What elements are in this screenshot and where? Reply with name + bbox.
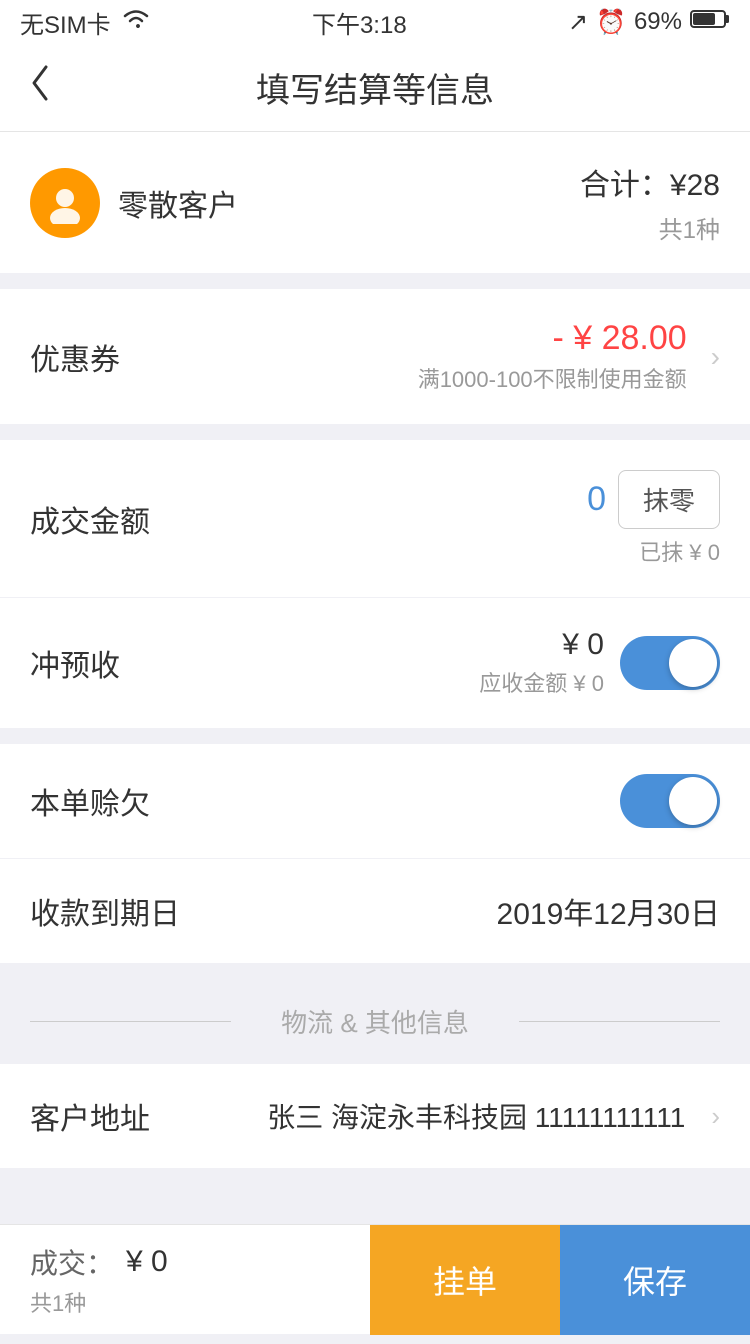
page-title: 填写结算等信息: [256, 63, 494, 112]
coupon-arrow: ›: [711, 341, 720, 373]
coupon-right: - ¥ 28.00 满1000-100不限制使用金额 ›: [418, 319, 720, 394]
coupon-desc: 满1000-100不限制使用金额: [418, 362, 687, 394]
coupon-section: 优惠券 - ¥ 28.00 满1000-100不限制使用金额 ›: [0, 289, 750, 424]
total-amount: 合计：¥28: [580, 160, 720, 204]
transaction-value[interactable]: 0: [546, 480, 606, 519]
bottom-deal: 成交： ¥ 0: [30, 1242, 340, 1282]
back-button[interactable]: [28, 63, 52, 112]
address-row[interactable]: 客户地址 张三 海淀永丰科技园 11111111111 ›: [0, 1064, 750, 1168]
divider-line-right: [519, 1021, 720, 1022]
credit-section: 本单赊欠 收款到期日 2019年12月30日: [0, 744, 750, 963]
wifi-icon: [121, 8, 151, 37]
due-date-row: 收款到期日 2019年12月30日: [0, 859, 750, 963]
credit-toggle[interactable]: [620, 774, 720, 828]
transaction-right: 0 抹零 已抹 ¥ 0: [546, 470, 720, 567]
logistics-label: 物流 & 其他信息: [281, 1003, 469, 1040]
status-time: 下午3:18: [312, 5, 407, 40]
customer-left: 零散客户: [30, 168, 238, 238]
coupon-label: 优惠券: [30, 335, 120, 379]
customer-name: 零散客户: [118, 181, 238, 225]
total-count: 共1种: [580, 210, 720, 245]
prepayment-amount: ¥ 0: [479, 628, 604, 662]
status-bar: 无SIM卡 下午3:18 ↗ ⏰ 69%: [0, 0, 750, 44]
location-icon: ↗: [568, 8, 588, 37]
battery-icon: [690, 8, 730, 37]
credit-label: 本单赊欠: [30, 779, 150, 823]
credit-right: [620, 774, 720, 828]
carrier-text: 无SIM卡: [20, 5, 111, 40]
transaction-label: 成交金额: [30, 497, 150, 541]
prepayment-label: 冲预收: [30, 641, 120, 685]
bottom-spacer: [0, 1184, 750, 1224]
address-label: 客户地址: [30, 1094, 150, 1138]
save-button[interactable]: 保存: [560, 1225, 750, 1335]
transaction-amount-row: 成交金额 0 抹零 已抹 ¥ 0: [0, 440, 750, 598]
address-section: 客户地址 张三 海淀永丰科技园 11111111111 ›: [0, 1064, 750, 1168]
bottom-bar: 成交： ¥ 0 共1种 挂单 保存: [0, 1224, 750, 1334]
customer-right: 合计：¥28 共1种: [580, 160, 720, 245]
bottom-deal-amount: ¥ 0: [126, 1245, 168, 1279]
battery-text: 69%: [634, 8, 682, 36]
status-left: 无SIM卡: [20, 5, 151, 40]
bottom-count: 共1种: [30, 1286, 340, 1318]
coupon-row[interactable]: 优惠券 - ¥ 28.00 满1000-100不限制使用金额 ›: [0, 289, 750, 424]
transaction-section: 成交金额 0 抹零 已抹 ¥ 0 冲预收 ¥ 0 应收金额 ¥ 0: [0, 440, 750, 728]
prepayment-toggle[interactable]: [620, 636, 720, 690]
prepayment-sub: 应收金额 ¥ 0: [479, 666, 604, 698]
coupon-discount: - ¥ 28.00: [418, 319, 687, 358]
avatar: [30, 168, 100, 238]
content: 零散客户 合计：¥28 共1种 优惠券 - ¥ 28.00 满1000-100不…: [0, 132, 750, 1344]
hold-button[interactable]: 挂单: [370, 1225, 560, 1335]
due-date-label: 收款到期日: [30, 889, 180, 933]
due-date-value: 2019年12月30日: [497, 889, 720, 933]
divider-line-left: [30, 1021, 231, 1022]
already-rounded-text: 已抹 ¥ 0: [546, 535, 720, 567]
status-right: ↗ ⏰ 69%: [568, 8, 730, 37]
round-zero-button[interactable]: 抹零: [618, 470, 720, 529]
logistics-divider: 物流 & 其他信息: [0, 979, 750, 1064]
bottom-info: 成交： ¥ 0 共1种: [0, 1242, 370, 1318]
nav-bar: 填写结算等信息: [0, 44, 750, 132]
credit-row: 本单赊欠: [0, 744, 750, 859]
customer-section: 零散客户 合计：¥28 共1种: [0, 132, 750, 273]
prepayment-right: ¥ 0 应收金额 ¥ 0: [479, 628, 720, 698]
alarm-icon: ⏰: [596, 8, 626, 37]
address-value: 张三 海淀永丰科技园 11111111111: [267, 1096, 685, 1136]
address-arrow-icon: ›: [711, 1101, 720, 1132]
prepayment-row: 冲预收 ¥ 0 应收金额 ¥ 0: [0, 598, 750, 728]
bottom-deal-label: 成交：: [30, 1242, 114, 1282]
address-right: 张三 海淀永丰科技园 11111111111 ›: [267, 1096, 720, 1136]
